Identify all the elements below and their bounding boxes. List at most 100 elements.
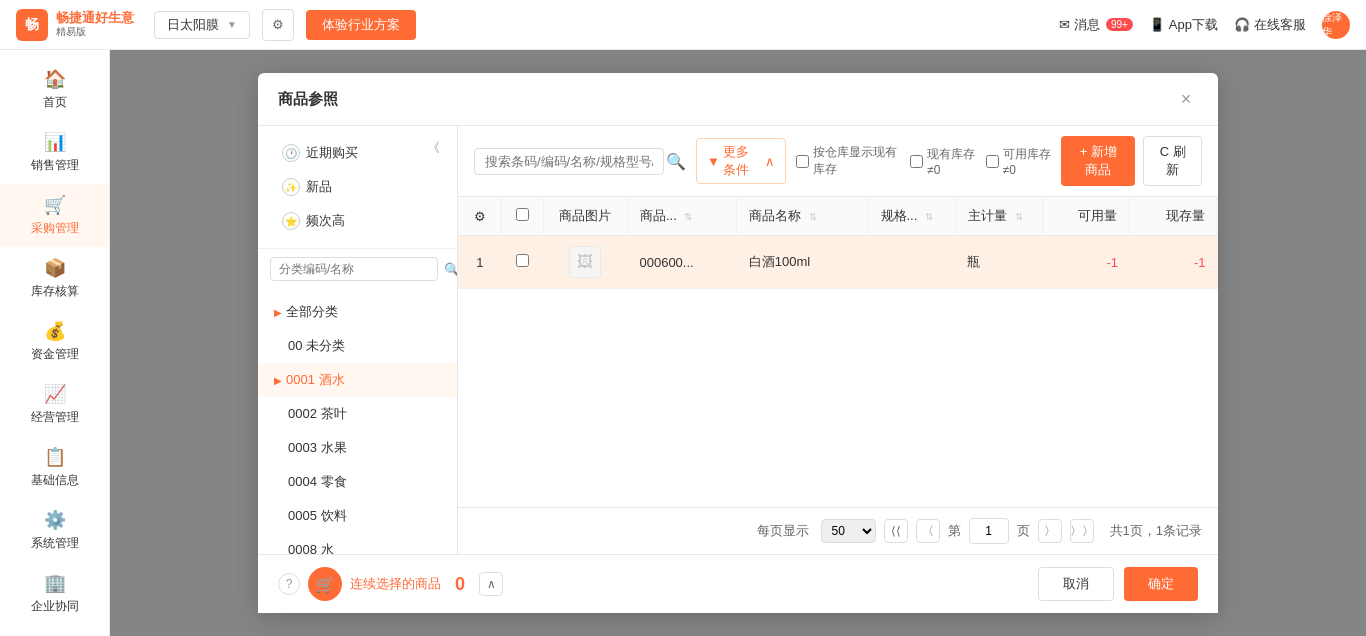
page-number-input[interactable]	[969, 518, 1009, 544]
modal-body: 🕐 近期购买 ✨ 新品 ⭐ 频次高	[258, 126, 1218, 554]
filter-actions: + 新增商品 C 刷新	[1061, 136, 1202, 186]
filter-nonzero-available[interactable]: 可用库存≠0	[986, 146, 1051, 177]
last-page-button[interactable]: 〉〉	[1070, 519, 1094, 543]
category-search-icon[interactable]: 🔍	[444, 262, 458, 277]
category-uncategorized[interactable]: 00 未分类	[258, 329, 457, 363]
user-profile[interactable]: 徐泽华	[1322, 11, 1350, 39]
online-service-button[interactable]: 🎧 在线客服	[1234, 16, 1306, 34]
select-all-checkbox[interactable]	[516, 208, 529, 221]
col-settings: ⚙	[458, 197, 502, 236]
category-all[interactable]: ▶ 全部分类	[258, 295, 457, 329]
category-beverages[interactable]: 0005 饮料	[258, 499, 457, 533]
phone-icon: 📱	[1149, 17, 1165, 32]
col-product-name-header[interactable]: 商品名称 ⇅	[737, 197, 868, 236]
messages-button[interactable]: ✉ 消息 99+	[1059, 16, 1133, 34]
footer-collapse-button[interactable]: ∧	[479, 572, 503, 596]
avatar: 徐泽华	[1322, 11, 1350, 39]
sidebar-item-purchase[interactable]: 🛒 采购管理	[0, 184, 109, 247]
high-frequency-item[interactable]: ⭐ 频次高	[270, 204, 415, 238]
modal-close-button[interactable]: ×	[1174, 87, 1198, 111]
cancel-button[interactable]: 取消	[1038, 567, 1114, 601]
main-layout: 🏠 首页 📊 销售管理 🛒 采购管理 📦 库存核算 💰 资金管理 📈 经营管理 …	[0, 50, 1366, 636]
next-page-button[interactable]: 〉	[1038, 519, 1062, 543]
nav-right: ✉ 消息 99+ 📱 App下载 🎧 在线客服 徐泽华	[1059, 11, 1350, 39]
finance-icon: 💰	[44, 320, 66, 342]
row-checkbox-cell[interactable]	[502, 236, 544, 289]
product-table: ⚙ 商品图片	[458, 197, 1218, 289]
sales-icon: 📊	[44, 131, 66, 153]
store-selector[interactable]: 日太阳膜 ▼	[154, 11, 250, 39]
sort-unit-icon: ⇅	[1015, 211, 1023, 222]
gear-icon: ⚙	[272, 17, 284, 32]
category-tea[interactable]: 0002 茶叶	[258, 397, 457, 431]
col-product-img-header: 商品图片	[543, 197, 627, 236]
logo-icon: 畅	[16, 9, 48, 41]
new-product-item[interactable]: ✨ 新品	[270, 170, 415, 204]
col-unit-header[interactable]: 主计量 ⇅	[955, 197, 1042, 236]
sidebar-item-operations[interactable]: 📈 经营管理	[0, 373, 109, 436]
product-reference-modal: 商品参照 × 🕐 近期购买	[258, 73, 1218, 613]
filter-nonzero-stock[interactable]: 现有库存≠0	[910, 146, 975, 177]
sort-spec-icon: ⇅	[925, 211, 933, 222]
message-badge: 99+	[1106, 18, 1133, 31]
category-snacks[interactable]: 0004 零食	[258, 465, 457, 499]
left-panel: 🕐 近期购买 ✨ 新品 ⭐ 频次高	[258, 126, 458, 554]
basicinfo-icon: 📋	[44, 446, 66, 468]
star-new-icon: ✨	[282, 178, 300, 196]
filter-warehouse-stock[interactable]: 按仓库显示现有库存	[796, 144, 901, 178]
category-water[interactable]: 0008 水	[258, 533, 457, 554]
footer-right: 取消 确定	[1038, 567, 1198, 601]
content-area: 商品参照 × 🕐 近期购买	[110, 50, 1366, 636]
recent-purchase-item[interactable]: 🕐 近期购买	[270, 136, 415, 170]
sidebar-item-basicinfo[interactable]: 📋 基础信息	[0, 436, 109, 499]
settings-col-icon[interactable]: ⚙	[474, 209, 486, 224]
category-search-input[interactable]	[270, 257, 438, 281]
row-unit-cell: 瓶	[955, 236, 1042, 289]
first-page-button[interactable]: ⟨⟨	[884, 519, 908, 543]
row-img-cell: 🖼	[543, 236, 627, 289]
sidebar-item-inventory[interactable]: 📦 库存核算	[0, 247, 109, 310]
cart-icon[interactable]: 🛒	[308, 567, 342, 601]
help-button[interactable]: ?	[278, 573, 300, 595]
footer-left: ? 🛒 连续选择的商品 0 ∧	[278, 567, 503, 601]
sidebar-item-system[interactable]: ⚙️ 系统管理	[0, 499, 109, 562]
experience-button[interactable]: 体验行业方案	[306, 10, 416, 40]
col-spec-header[interactable]: 规格... ⇅	[868, 197, 955, 236]
headset-icon: 🎧	[1234, 17, 1250, 32]
settings-button[interactable]: ⚙	[262, 9, 294, 41]
sort-name-icon: ⇅	[809, 211, 817, 222]
product-search-input[interactable]	[474, 148, 664, 175]
prev-page-button[interactable]: 〈	[916, 519, 940, 543]
image-placeholder-icon: 🖼	[577, 253, 593, 271]
row-checkbox[interactable]	[516, 254, 529, 267]
arrow-icon: ▶	[274, 307, 282, 318]
sidebar-item-sales[interactable]: 📊 销售管理	[0, 121, 109, 184]
modal-footer: ? 🛒 连续选择的商品 0 ∧ 取消 确定	[258, 554, 1218, 613]
refresh-button[interactable]: C 刷新	[1143, 136, 1202, 186]
sidebar: 🏠 首页 📊 销售管理 🛒 采购管理 📦 库存核算 💰 资金管理 📈 经营管理 …	[0, 50, 110, 636]
page-size-select[interactable]: 50 100 200	[821, 519, 876, 543]
collapse-panel-button[interactable]: 《	[421, 136, 445, 160]
col-available-header[interactable]: 可用量	[1043, 197, 1130, 236]
chevron-up-icon: ∧	[765, 154, 775, 169]
category-liquor[interactable]: ▶ 0001 酒水	[258, 363, 457, 397]
modal-header: 商品参照 ×	[258, 73, 1218, 126]
top-navigation: 畅 畅捷通好生意 精易版 日太阳膜 ▼ ⚙ 体验行业方案 ✉ 消息 99+ 📱 …	[0, 0, 1366, 50]
col-product-code-header[interactable]: 商品... ⇅	[627, 197, 736, 236]
add-product-button[interactable]: + 新增商品	[1061, 136, 1135, 186]
modal-title: 商品参照	[278, 90, 338, 109]
right-panel: 🔍 ▼ 更多条件 ∧ 按仓库显示现有库存	[458, 126, 1218, 554]
table-header-row: ⚙ 商品图片	[458, 197, 1218, 236]
confirm-button[interactable]: 确定	[1124, 567, 1198, 601]
app-download-button[interactable]: 📱 App下载	[1149, 16, 1218, 34]
category-fruit[interactable]: 0003 水果	[258, 431, 457, 465]
sidebar-item-guide[interactable]: 🎯 新手引导	[0, 625, 109, 636]
col-stock-header[interactable]: 现存量	[1130, 197, 1218, 236]
sidebar-item-finance[interactable]: 💰 资金管理	[0, 310, 109, 373]
sidebar-item-enterprise[interactable]: 🏢 企业协同	[0, 562, 109, 625]
product-search-button[interactable]: 🔍	[666, 152, 686, 171]
more-filters-button[interactable]: ▼ 更多条件 ∧	[696, 138, 786, 184]
modal-overlay: 商品参照 × 🕐 近期购买	[110, 50, 1366, 636]
table-row[interactable]: 1 🖼	[458, 236, 1218, 289]
sidebar-item-home[interactable]: 🏠 首页	[0, 58, 109, 121]
